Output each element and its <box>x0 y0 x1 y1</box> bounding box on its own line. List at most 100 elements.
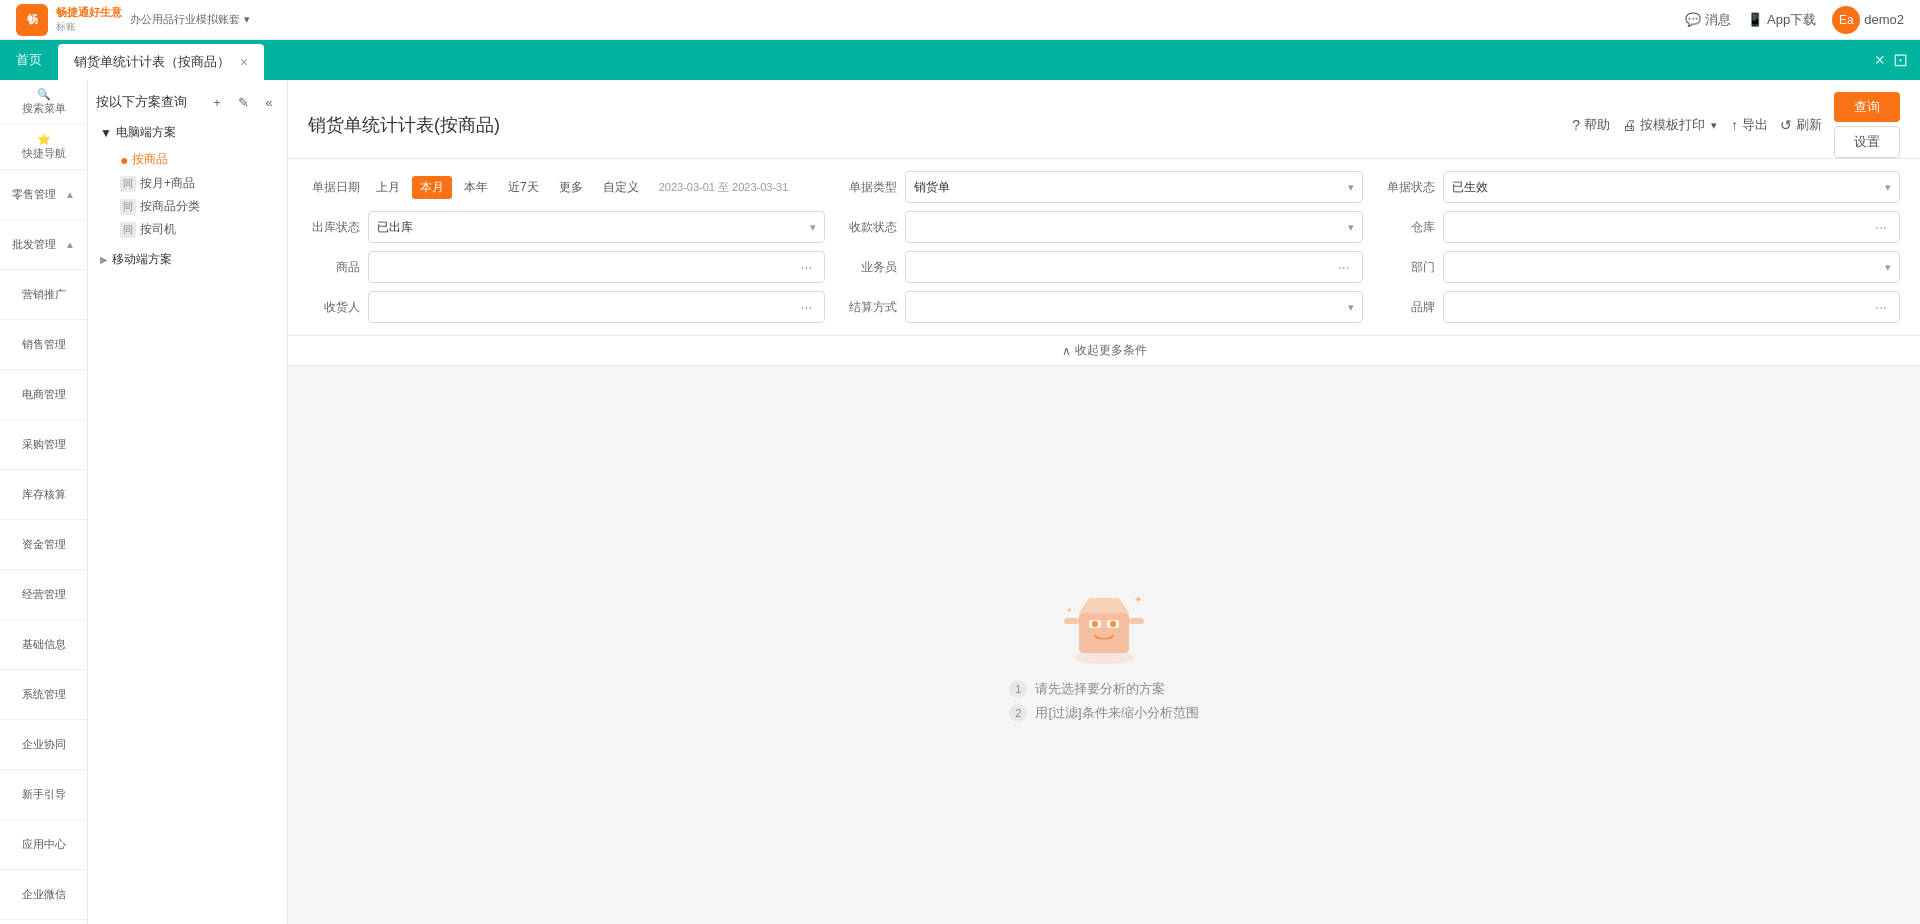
out-status-arrow: ▾ <box>810 221 816 234</box>
sidebar-item-guide[interactable]: 新手引导 <box>0 770 87 820</box>
empty-tip-1: 1 请先选择要分析的方案 <box>1009 680 1198 698</box>
export-button[interactable]: ↑ 导出 <box>1731 116 1768 134</box>
settle-select[interactable]: ▾ <box>905 291 1362 323</box>
sidebar-item-apps[interactable]: 应用中心 <box>0 820 87 870</box>
tree-section-pc[interactable]: ▼ 电脑端方案 <box>96 122 279 143</box>
date-filter: 单据日期 上月 本月 本年 近7天 更多 自定义 2023-03-01 至 20… <box>308 176 825 199</box>
doc-status-select[interactable]: 已生效 ▾ <box>1443 171 1900 203</box>
collect-status-select[interactable]: ▾ <box>905 211 1362 243</box>
brand-input[interactable]: ··· <box>1443 291 1900 323</box>
warehouse-input[interactable]: ··· <box>1443 211 1900 243</box>
filter-panel-add-button[interactable]: + <box>207 92 227 112</box>
settings-button[interactable]: 设置 <box>1834 126 1900 158</box>
date-tab-7days[interactable]: 近7天 <box>500 176 547 199</box>
doc-type-select[interactable]: 销货单 ▾ <box>905 171 1362 203</box>
message-icon: 💬 <box>1685 12 1701 27</box>
page-header-actions: ? 帮助 🖨 按模板打印 ▾ ↑ 导出 ↺ 刷新 <box>1572 92 1900 158</box>
filter-panel-header: 按以下方案查询 + ✎ « <box>96 92 279 112</box>
sidebar-item-basic[interactable]: 基础信息 <box>0 620 87 670</box>
date-tab-custom[interactable]: 自定义 <box>595 176 647 199</box>
svg-point-4 <box>1092 621 1098 627</box>
query-button[interactable]: 查询 <box>1834 92 1900 122</box>
sidebar-nav[interactable]: ⭐ 快捷导航 <box>0 125 87 170</box>
top-bar-left: 畅 畅捷通好生意 标账 办公用品行业模拟账套 ▾ <box>16 4 250 36</box>
receiver-dots[interactable]: ··· <box>797 299 817 315</box>
out-status-field: 出库状态 已出库 ▾ <box>308 211 825 243</box>
brand-field: 品牌 ··· <box>1383 291 1900 323</box>
salesperson-input[interactable]: ··· <box>905 251 1362 283</box>
tree-item-icon-month: 同 <box>120 176 136 192</box>
right-panel: 销货单统计计表(按商品) ? 帮助 🖨 按模板打印 ▾ ↑ 导出 <box>288 80 1920 924</box>
sidebar-item-enterprise[interactable]: 企业协同 <box>0 720 87 770</box>
collapse-bar[interactable]: ∧ 收起更多条件 <box>288 336 1920 366</box>
print-button[interactable]: 🖨 按模板打印 ▾ <box>1622 116 1719 134</box>
warehouse-dots[interactable]: ··· <box>1871 219 1891 235</box>
department-select[interactable]: ▾ <box>1443 251 1900 283</box>
svg-text:✦: ✦ <box>1134 594 1142 605</box>
sidebar: 🔍 搜索菜单 ⭐ 快捷导航 零售管理 ▲ 批发管理 ▲ 营销推广 销售管理 电商… <box>0 80 88 924</box>
receiver-input[interactable]: ··· <box>368 291 825 323</box>
tab-home[interactable]: 首页 <box>0 40 58 80</box>
refresh-icon: ↺ <box>1780 117 1792 133</box>
svg-text:✦: ✦ <box>1066 606 1073 615</box>
sidebar-item-wechat[interactable]: 企业微信 <box>0 870 87 920</box>
print-dropdown-arrow[interactable]: ▾ <box>1709 119 1719 132</box>
sidebar-item-ecommerce[interactable]: 电商管理 <box>0 370 87 420</box>
tree-item-by-goods[interactable]: ● 按商品 <box>112 147 279 172</box>
doc-status-field: 单据状态 已生效 ▾ <box>1383 171 1900 203</box>
help-button[interactable]: ? 帮助 <box>1572 116 1610 134</box>
sidebar-item-system[interactable]: 系统管理 <box>0 670 87 720</box>
salesperson-dots[interactable]: ··· <box>1334 259 1354 275</box>
tab-close-button[interactable]: × <box>240 54 248 70</box>
sidebar-item-member[interactable]: 畅会员 <box>0 920 87 924</box>
app-download-button[interactable]: 📱 App下载 <box>1747 11 1816 29</box>
nav-icon: ⭐ <box>37 133 51 145</box>
doc-type-arrow: ▾ <box>1348 181 1354 194</box>
sidebar-item-finance[interactable]: 资金管理 <box>0 520 87 570</box>
sidebar-item-retail[interactable]: 零售管理 ▲ <box>0 170 87 220</box>
tree-item-by-month-goods[interactable]: 同 按月+商品 <box>112 172 279 195</box>
tree-item-by-driver[interactable]: 同 按司机 <box>112 218 279 241</box>
sidebar-search[interactable]: 🔍 搜索菜单 <box>0 80 87 125</box>
tab-maximize-button[interactable]: ⊡ <box>1893 51 1908 69</box>
date-tab-this-month[interactable]: 本月 <box>412 176 452 199</box>
collect-status-arrow: ▾ <box>1348 221 1354 234</box>
refresh-button[interactable]: ↺ 刷新 <box>1780 116 1822 134</box>
filter-panel: 按以下方案查询 + ✎ « ▼ 电脑端方案 ● 按商品 <box>88 80 288 924</box>
svg-rect-6 <box>1064 618 1079 624</box>
user-menu[interactable]: Ea demo2 <box>1832 6 1904 34</box>
goods-dots[interactable]: ··· <box>797 259 817 275</box>
message-button[interactable]: 💬 消息 <box>1685 11 1731 29</box>
date-tab-more[interactable]: 更多 <box>551 176 591 199</box>
workspace-selector[interactable]: 办公用品行业模拟账套 ▾ <box>130 12 250 27</box>
tree-item-icon-driver: 同 <box>120 222 136 238</box>
sidebar-item-marketing[interactable]: 营销推广 <box>0 270 87 320</box>
svg-point-0 <box>1074 652 1134 664</box>
date-tab-last-month[interactable]: 上月 <box>368 176 408 199</box>
app-name: 畅捷通好生意 标账 <box>56 5 122 34</box>
sidebar-item-wholesale[interactable]: 批发管理 ▲ <box>0 220 87 270</box>
search-icon: 🔍 <box>37 88 51 100</box>
tree-expand-pc: ▼ <box>100 126 112 140</box>
filter-row-3: 商品 ··· 业务员 ··· 部门 <box>308 251 1900 283</box>
sidebar-item-purchase[interactable]: 采购管理 <box>0 420 87 470</box>
filter-panel-collapse-button[interactable]: « <box>259 92 279 112</box>
app-logo: 畅 <box>16 4 48 36</box>
filter-row-2: 出库状态 已出库 ▾ 收款状态 ▾ <box>308 211 1900 243</box>
brand-dots[interactable]: ··· <box>1871 299 1891 315</box>
tab-minimize-button[interactable]: × <box>1874 51 1885 69</box>
sidebar-item-inventory[interactable]: 库存核算 <box>0 470 87 520</box>
out-status-select[interactable]: 已出库 ▾ <box>368 211 825 243</box>
doc-status-arrow: ▾ <box>1885 181 1891 194</box>
date-tab-this-year[interactable]: 本年 <box>456 176 496 199</box>
warehouse-field: 仓库 ··· <box>1383 211 1900 243</box>
tree-children-pc: ● 按商品 同 按月+商品 同 按商品分类 同 按司机 <box>96 147 279 241</box>
sidebar-item-operations[interactable]: 经营管理 <box>0 570 87 620</box>
filter-panel-edit-button[interactable]: ✎ <box>233 92 253 112</box>
tab-active[interactable]: 销货单统计计表（按商品） × <box>58 44 264 80</box>
tree-item-by-category[interactable]: 同 按商品分类 <box>112 195 279 218</box>
sidebar-item-sales[interactable]: 销售管理 <box>0 320 87 370</box>
tree-section-mobile[interactable]: ▶ 移动端方案 <box>96 249 279 270</box>
settle-arrow: ▾ <box>1348 301 1354 314</box>
goods-input[interactable]: ··· <box>368 251 825 283</box>
